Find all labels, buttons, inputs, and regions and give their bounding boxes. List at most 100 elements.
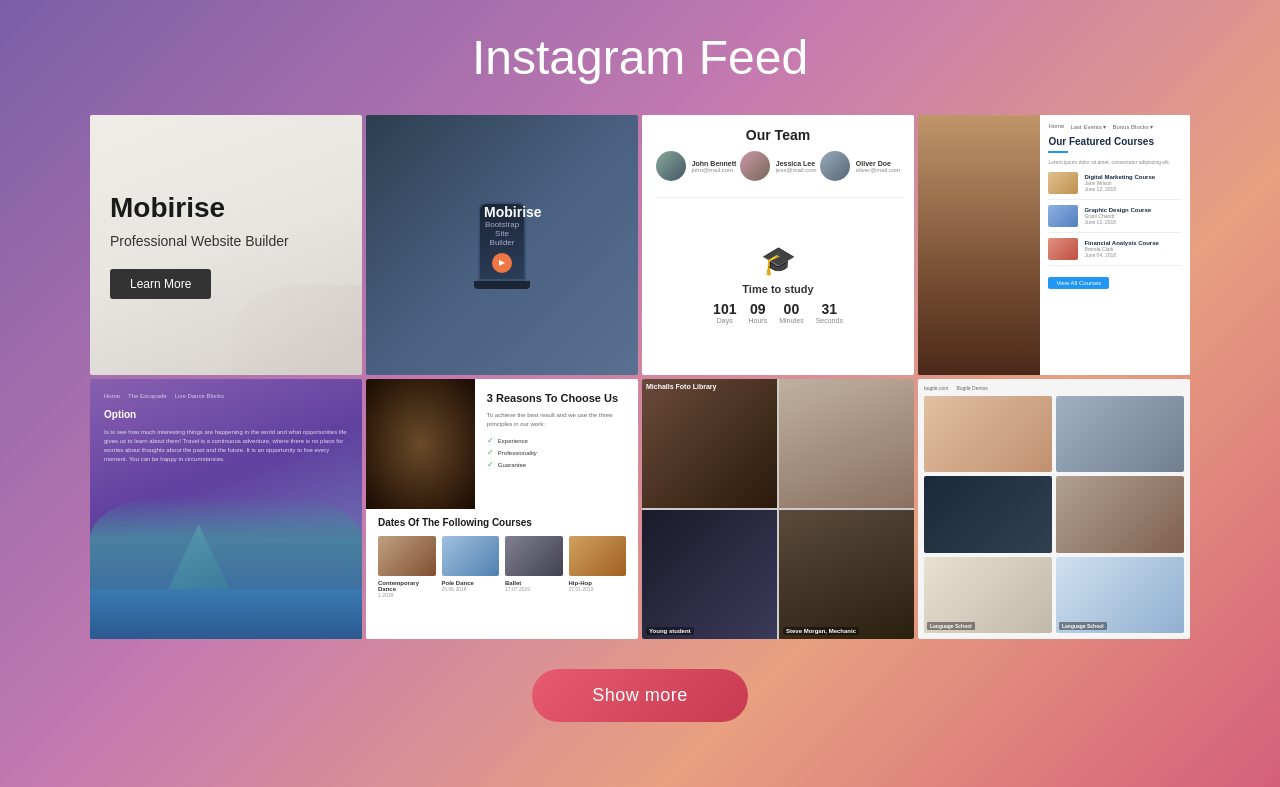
- course-thumb-2: [1048, 205, 1078, 227]
- nav-last-events: Last Events ▾: [1070, 123, 1106, 130]
- minutes-value: 00: [779, 301, 804, 317]
- member-info-3: Oliver Doe oliver@mail.com: [856, 160, 900, 173]
- countdown-minutes: 00 Minutes: [779, 301, 804, 324]
- courses-panel: Home Last Events ▾ Bonus Blocks ▾ Our Fe…: [1040, 115, 1190, 375]
- dance-course-1: Contemporary Dance 1.2018: [378, 536, 436, 598]
- member-email-2: jess@mail.com: [776, 167, 817, 173]
- grid-cell-photo-gallery: Michalls Foto Library Young student Stev…: [642, 379, 914, 639]
- member-3: Oliver Doe oliver@mail.com: [820, 151, 900, 181]
- days-value: 101: [713, 301, 736, 317]
- member-avatar-1: [656, 151, 686, 181]
- courses-grid: Contemporary Dance 1.2018 Pole Dance 25.…: [378, 536, 626, 598]
- member-2: Jessica Lee jess@mail.com: [740, 151, 817, 181]
- check-icon-3: ✓: [487, 460, 494, 469]
- member-avatar-3: [820, 151, 850, 181]
- member-1: John Bennett john@mail.com: [656, 151, 737, 181]
- template-thumb-4: [1056, 476, 1184, 552]
- learn-more-button[interactable]: Learn More: [110, 269, 211, 299]
- nav-home-travel: Home: [104, 393, 120, 399]
- travel-heading: Option: [104, 409, 348, 420]
- course-info-1: Digital Marketing Course Jane Wilson Jun…: [1084, 174, 1155, 192]
- templates-nav: bugtle.com Bugtle Demos: [924, 385, 1184, 391]
- course-info-2: Graphic Design Course Grant Chandr June …: [1084, 207, 1151, 225]
- dance-course-name-1: Contemporary Dance: [378, 580, 436, 592]
- mechanic-label: Steve Morgan, Mechanic: [783, 627, 859, 635]
- person-photo: [918, 115, 1040, 375]
- seconds-label: Seconds: [816, 317, 843, 324]
- team-members: John Bennett john@mail.com Jessica Lee j…: [654, 151, 902, 181]
- gallery-photo-3: Young student: [642, 510, 777, 639]
- dance-course-img-4: [569, 536, 627, 576]
- mobirise-title: Mobirise: [110, 191, 225, 225]
- grid-cell-templates: bugtle.com Bugtle Demos Language School …: [918, 379, 1190, 639]
- reason-3: ✓ Guarantee: [487, 460, 626, 469]
- library-label: Michalls Foto Library: [646, 383, 716, 390]
- template-thumb-2: [1056, 396, 1184, 472]
- dance-course-img-3: [505, 536, 563, 576]
- travel-nav: Home The Escapade Live Dance Blocks: [104, 393, 348, 399]
- laptop-base: [474, 281, 531, 289]
- grid-cell-featured-courses: Home Last Events ▾ Bonus Blocks ▾ Our Fe…: [918, 115, 1190, 375]
- gallery-photo-1: Michalls Foto Library: [642, 379, 777, 508]
- gallery-photo-4: Steve Morgan, Mechanic: [779, 510, 914, 639]
- featured-courses-title: Our Featured Courses: [1048, 136, 1182, 147]
- play-button-icon[interactable]: ▶: [492, 253, 512, 273]
- template-thumb-3: [924, 476, 1052, 552]
- reasons-section: 3 Reasons To Choose Us To achieve the be…: [475, 379, 638, 509]
- tagline-label: Bootstrap Site Builder: [484, 220, 520, 247]
- check-icon-2: ✓: [487, 448, 494, 457]
- team-title: Our Team: [654, 127, 902, 143]
- dance-course-4: Hip-Hop 27.01.2019: [569, 536, 627, 598]
- show-more-button[interactable]: Show more: [532, 669, 748, 722]
- nav-live-blocks: Live Dance Blocks: [175, 393, 224, 399]
- reasons-desc: To achieve the best result and we use th…: [487, 411, 626, 428]
- template-thumb-5: Language School: [924, 557, 1052, 633]
- grid-cell-our-team: Our Team John Bennett john@mail.com Jess…: [642, 115, 914, 375]
- template-thumb-1: [924, 396, 1052, 472]
- countdown-seconds: 31 Seconds: [816, 301, 843, 324]
- check-icon-1: ✓: [487, 436, 494, 445]
- dance-people: [366, 379, 475, 509]
- reason-label-2: Professionality: [498, 450, 537, 456]
- courses-nav: Home Last Events ▾ Bonus Blocks ▾: [1048, 123, 1182, 130]
- water-shape: [90, 589, 362, 639]
- person-silhouette: [918, 115, 1040, 375]
- dance-course-2: Pole Dance 25.06.2018: [442, 536, 500, 598]
- travel-image: [90, 496, 362, 639]
- member-email-1: john@mail.com: [692, 167, 737, 173]
- dance-course-date-4: 27.01.2019: [569, 586, 627, 592]
- course-info-3: Financial Analysis Course Brenda Clark J…: [1084, 240, 1158, 258]
- nav-escapade: The Escapade: [128, 393, 167, 399]
- nav-home: Home: [1048, 123, 1064, 130]
- student-label: Young student: [646, 627, 694, 635]
- courses-dates-section: Dates Of The Following Courses Contempor…: [366, 509, 638, 639]
- minutes-label: Minutes: [779, 317, 804, 324]
- nav-bonus-blocks: Bonus Blocks ▾: [1112, 123, 1153, 130]
- reasons-title: 3 Reasons To Choose Us: [487, 391, 626, 405]
- reason-1: ✓ Experience: [487, 436, 626, 445]
- hours-value: 09: [748, 301, 767, 317]
- instagram-grid: Mobirise Professional Website Builder Le…: [90, 115, 1190, 639]
- study-section: 🎓 Time to study 101 Days 09 Hours 00 Min…: [654, 204, 902, 363]
- grid-cell-dance-courses: 3 Reasons To Choose Us To achieve the be…: [366, 379, 638, 639]
- member-name-3: Oliver Doe: [856, 160, 900, 167]
- dance-course-img-1: [378, 536, 436, 576]
- member-name-2: Jessica Lee: [776, 160, 817, 167]
- screen-content: Mobirise Bootstrap Site Builder ▶: [484, 204, 520, 279]
- laptop-mockup: Mobirise Bootstrap Site Builder ▶: [461, 202, 542, 289]
- dance-course-3: Ballet 17.07.2019: [505, 536, 563, 598]
- view-all-courses-button[interactable]: View All Courses: [1048, 277, 1109, 289]
- mobirise-subtitle: Professional Website Builder: [110, 233, 289, 249]
- grid-cell-mobirise-desktop: Mobirise Professional Website Builder Le…: [90, 115, 362, 375]
- course-item-3: Financial Analysis Course Brenda Clark J…: [1048, 238, 1182, 266]
- laptop-screen: Mobirise Bootstrap Site Builder ▶: [478, 202, 527, 281]
- grid-cell-mobirise-laptop: Mobirise Bootstrap Site Builder ▶: [366, 115, 638, 375]
- course-thumb-3: [1048, 238, 1078, 260]
- dance-photo: [366, 379, 475, 509]
- member-info-2: Jessica Lee jess@mail.com: [776, 160, 817, 173]
- countdown: 101 Days 09 Hours 00 Minutes 31 Seconds: [713, 301, 843, 324]
- templates-grid: Language School Language School: [924, 396, 1184, 633]
- dance-course-img-2: [442, 536, 500, 576]
- template-thumb-6: Language School: [1056, 557, 1184, 633]
- brand-label: Mobirise: [484, 204, 520, 220]
